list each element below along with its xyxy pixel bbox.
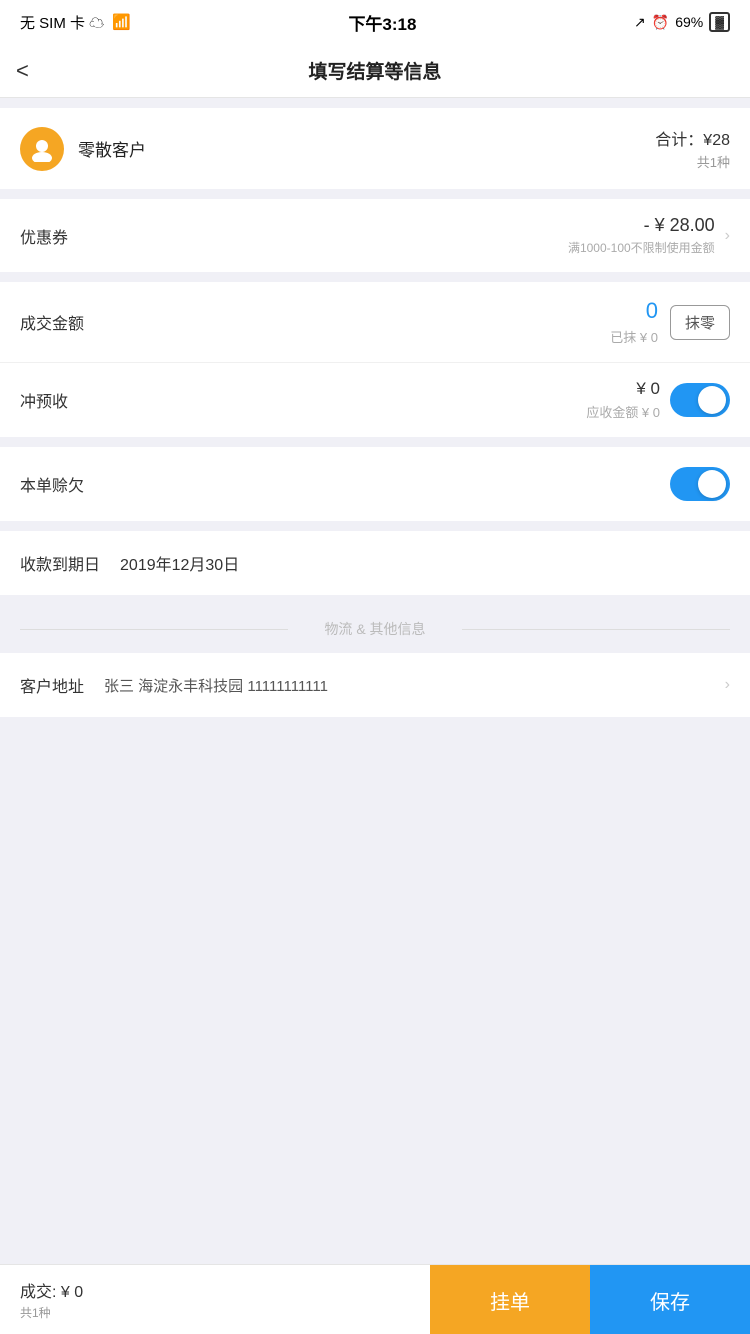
- coupon-row[interactable]: 优惠券 - ¥ 28.00 满1000-100不限制使用金额 ›: [0, 199, 750, 272]
- page-title: 填写结算等信息: [308, 57, 441, 84]
- status-bar: 无 SIM 卡 ☁ 📶 下午3:18 ↗ ⏰ 69% ▓: [0, 0, 750, 44]
- status-right: ↗ ⏰ 69% ▓: [634, 12, 730, 32]
- customer-summary: 合计：¥28 共1种: [655, 126, 730, 171]
- address-chevron-icon: ›: [725, 676, 730, 694]
- due-date-label: 收款到期日: [20, 551, 100, 575]
- coupon-card: 优惠券 - ¥ 28.00 满1000-100不限制使用金额 ›: [0, 199, 750, 272]
- bottom-summary-main: 成交: ¥ 0: [20, 1278, 410, 1302]
- toggle-knob: [698, 386, 726, 414]
- wifi-icon: 📶: [112, 13, 131, 31]
- transaction-value-group: 0 已抹 ¥ 0: [610, 298, 658, 346]
- save-button[interactable]: 保存: [590, 1265, 750, 1334]
- transaction-sub: 已抹 ¥ 0: [610, 327, 658, 346]
- divider-line-right: [462, 629, 730, 630]
- avatar: [20, 127, 64, 171]
- customer-left: 零散客户: [20, 127, 146, 171]
- debt-section: 本单赊欠: [0, 447, 750, 521]
- transaction-section: 成交金额 0 已抹 ¥ 0 抹零 冲预收 ¥ 0 应收金额 ¥ 0: [0, 282, 750, 437]
- coupon-amount: - ¥ 28.00: [568, 215, 715, 236]
- total-count: 共1种: [655, 152, 730, 171]
- customer-card: 零散客户 合计：¥28 共1种: [0, 108, 750, 189]
- transaction-row: 成交金额 0 已抹 ¥ 0 抹零: [0, 282, 750, 362]
- total-amount: 合计：¥28: [655, 126, 730, 150]
- logistics-divider: 物流 & 其他信息: [0, 605, 750, 653]
- logistics-label: 物流 & 其他信息: [324, 619, 425, 639]
- due-date-value: 2019年12月30日: [120, 551, 239, 575]
- alarm-icon: ⏰: [652, 14, 669, 31]
- prepaid-amount: ¥ 0: [586, 379, 660, 399]
- address-section[interactable]: 客户地址 张三 海淀永丰科技园 11111111111 ›: [0, 653, 750, 717]
- status-left: 无 SIM 卡 ☁ 📶: [20, 12, 131, 33]
- transaction-label: 成交金额: [20, 310, 84, 334]
- bottom-bar: 成交: ¥ 0 共1种 挂单 保存: [0, 1264, 750, 1334]
- coupon-value: - ¥ 28.00 满1000-100不限制使用金额: [568, 215, 715, 256]
- coupon-right: - ¥ 28.00 满1000-100不限制使用金额 ›: [568, 215, 730, 256]
- address-label: 客户地址: [20, 673, 84, 697]
- round-button[interactable]: 抹零: [670, 305, 730, 340]
- debt-toggle-knob: [698, 470, 726, 498]
- hang-button[interactable]: 挂单: [430, 1265, 590, 1334]
- nav-bar: < 填写结算等信息: [0, 44, 750, 98]
- bottom-summary-sub: 共1种: [20, 1304, 410, 1321]
- prepaid-right: ¥ 0 应收金额 ¥ 0: [586, 379, 730, 421]
- debt-toggle[interactable]: [670, 467, 730, 501]
- prepaid-sub: 应收金额 ¥ 0: [586, 402, 660, 421]
- prepaid-value-group: ¥ 0 应收金额 ¥ 0: [586, 379, 660, 421]
- coupon-desc: 满1000-100不限制使用金额: [568, 239, 715, 256]
- due-date-row[interactable]: 收款到期日 2019年12月30日: [20, 551, 730, 575]
- status-time: 下午3:18: [348, 10, 416, 35]
- customer-row[interactable]: 零散客户 合计：¥28 共1种: [0, 108, 750, 189]
- bottom-summary: 成交: ¥ 0 共1种: [0, 1265, 430, 1334]
- battery-text: 69%: [675, 14, 703, 30]
- prepaid-label: 冲预收: [20, 388, 68, 412]
- coupon-label: 优惠券: [20, 224, 68, 248]
- battery-icon: ▓: [709, 12, 730, 32]
- chevron-right-icon: ›: [725, 227, 730, 245]
- debt-label: 本单赊欠: [20, 472, 84, 496]
- due-date-section: 收款到期日 2019年12月30日: [0, 531, 750, 595]
- prepaid-toggle[interactable]: [670, 383, 730, 417]
- transaction-value[interactable]: 0: [610, 298, 658, 324]
- divider-line-left: [20, 629, 288, 630]
- transaction-right: 0 已抹 ¥ 0 抹零: [610, 298, 730, 346]
- customer-name: 零散客户: [78, 136, 146, 161]
- no-sim-text: 无 SIM 卡 ☁: [20, 12, 104, 33]
- prepaid-row: 冲预收 ¥ 0 应收金额 ¥ 0: [0, 362, 750, 437]
- location-icon: ↗: [634, 14, 646, 31]
- address-value: 张三 海淀永丰科技园 11111111111: [104, 675, 725, 696]
- back-button[interactable]: <: [16, 58, 29, 84]
